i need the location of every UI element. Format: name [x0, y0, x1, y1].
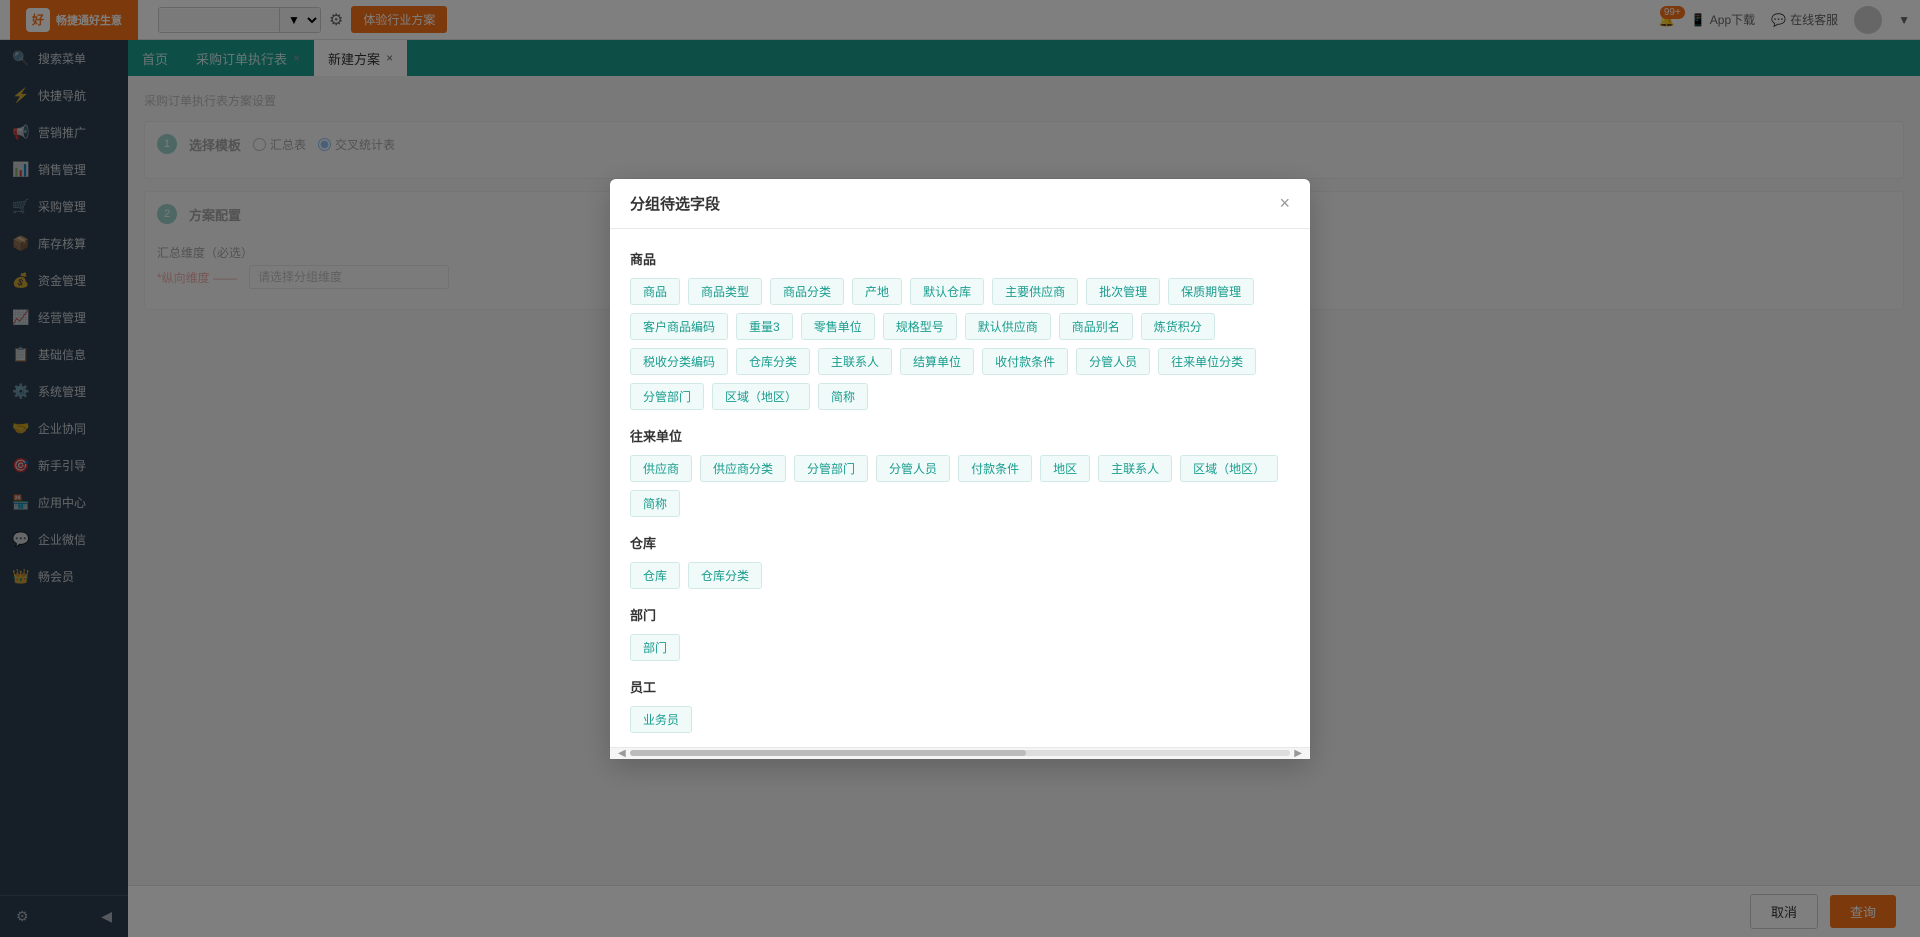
field-tag[interactable]: 仓库分类 [688, 562, 762, 589]
field-tag[interactable]: 商品 [630, 278, 680, 305]
field-tag[interactable]: 收付款条件 [982, 348, 1068, 375]
section-goods-tags: 商品 商品类型 商品分类 产地 默认仓库 主要供应商 批次管理 保质期管理 客户… [630, 278, 1290, 410]
field-tag[interactable]: 仓库 [630, 562, 680, 589]
section-warehouse-title: 仓库 [630, 533, 1290, 552]
field-tag[interactable]: 默认供应商 [965, 313, 1051, 340]
hscroll-right-icon[interactable]: ▶ [1294, 748, 1302, 759]
field-tag[interactable]: 分管部门 [794, 455, 868, 482]
field-tag[interactable]: 分管人员 [1076, 348, 1150, 375]
field-tag[interactable]: 区域（地区） [1180, 455, 1278, 482]
hscroll-left-icon[interactable]: ◀ [618, 748, 626, 759]
section-dept-title: 部门 [630, 605, 1290, 624]
field-tag[interactable]: 供应商分类 [700, 455, 786, 482]
field-tag[interactable]: 默认仓库 [910, 278, 984, 305]
field-tag[interactable]: 炼货积分 [1141, 313, 1215, 340]
section-warehouse-tags: 仓库 仓库分类 [630, 562, 1290, 589]
modal-hscroll[interactable]: ◀ ▶ [610, 747, 1310, 759]
hscroll-bar [630, 750, 1291, 756]
field-tag[interactable]: 业务员 [630, 706, 692, 733]
field-select-modal: 分组待选字段 × 商品 商品 商品类型 商品分类 产地 默认仓库 主要供应商 批… [610, 179, 1310, 759]
field-tag[interactable]: 主联系人 [1098, 455, 1172, 482]
field-tag[interactable]: 商品分类 [770, 278, 844, 305]
section-partner-tags: 供应商 供应商分类 分管部门 分管人员 付款条件 地区 主联系人 区域（地区） … [630, 455, 1290, 517]
modal-body[interactable]: 商品 商品 商品类型 商品分类 产地 默认仓库 主要供应商 批次管理 保质期管理… [610, 229, 1310, 747]
field-tag[interactable]: 结算单位 [900, 348, 974, 375]
field-tag[interactable]: 分管人员 [876, 455, 950, 482]
section-employee-title: 员工 [630, 677, 1290, 696]
section-partner-title: 往来单位 [630, 426, 1290, 445]
field-tag[interactable]: 往来单位分类 [1158, 348, 1256, 375]
field-tag[interactable]: 主要供应商 [992, 278, 1078, 305]
field-tag[interactable]: 供应商 [630, 455, 692, 482]
field-tag[interactable]: 重量3 [736, 313, 793, 340]
section-dept-tags: 部门 [630, 634, 1290, 661]
field-tag[interactable]: 简称 [630, 490, 680, 517]
field-tag[interactable]: 产地 [852, 278, 902, 305]
field-tag[interactable]: 部门 [630, 634, 680, 661]
hscroll-thumb [630, 750, 1026, 756]
field-tag[interactable]: 税收分类编码 [630, 348, 728, 375]
field-tag[interactable]: 分管部门 [630, 383, 704, 410]
field-tag[interactable]: 区域（地区） [712, 383, 810, 410]
field-tag[interactable]: 保质期管理 [1168, 278, 1254, 305]
field-tag[interactable]: 仓库分类 [736, 348, 810, 375]
modal-close-button[interactable]: × [1279, 194, 1290, 212]
section-goods-title: 商品 [630, 249, 1290, 268]
field-tag[interactable]: 商品类型 [688, 278, 762, 305]
field-tag[interactable]: 地区 [1040, 455, 1090, 482]
field-tag[interactable]: 简称 [818, 383, 868, 410]
modal-header: 分组待选字段 × [610, 179, 1310, 229]
field-tag[interactable]: 规格型号 [883, 313, 957, 340]
field-tag[interactable]: 主联系人 [818, 348, 892, 375]
field-tag[interactable]: 零售单位 [801, 313, 875, 340]
modal-overlay: 分组待选字段 × 商品 商品 商品类型 商品分类 产地 默认仓库 主要供应商 批… [0, 0, 1920, 937]
field-tag[interactable]: 商品别名 [1059, 313, 1133, 340]
section-employee-tags: 业务员 [630, 706, 1290, 733]
field-tag[interactable]: 批次管理 [1086, 278, 1160, 305]
modal-title: 分组待选字段 [630, 193, 720, 214]
field-tag[interactable]: 客户商品编码 [630, 313, 728, 340]
field-tag[interactable]: 付款条件 [958, 455, 1032, 482]
